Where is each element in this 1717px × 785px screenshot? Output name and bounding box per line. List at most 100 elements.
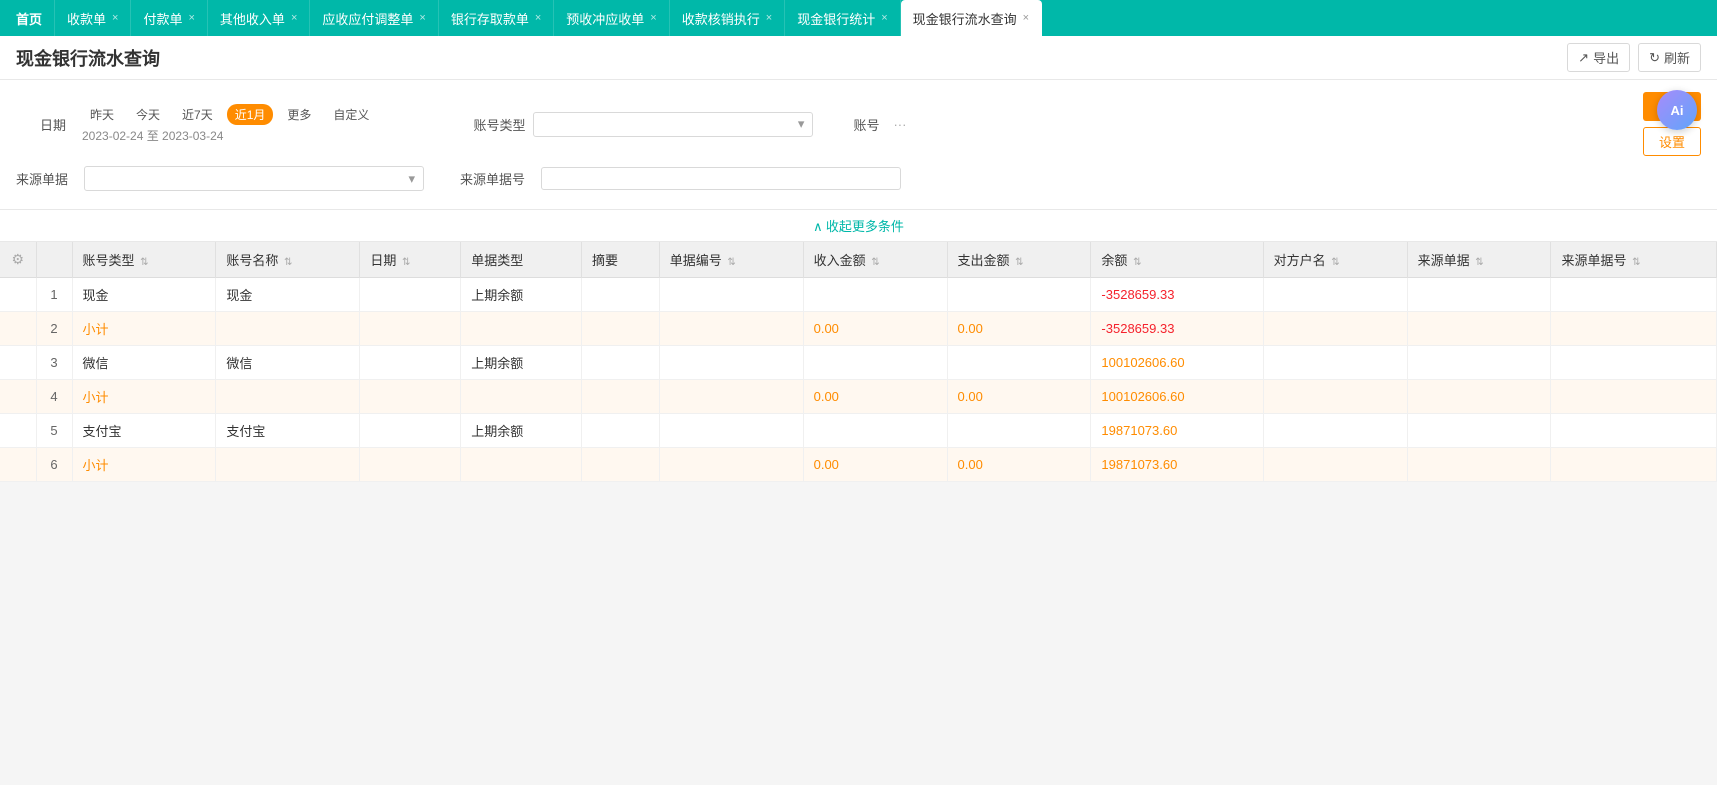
row-settings-cell	[0, 278, 36, 312]
table-header-row: ⚙ 账号类型 ⇅ 账号名称 ⇅ 日期 ⇅ 单据类型	[0, 242, 1717, 278]
row-account-type: 支付宝	[72, 414, 216, 448]
col-date[interactable]: 日期 ⇅	[360, 242, 461, 278]
row-account-type: 小计	[72, 312, 216, 346]
chevron-down-icon: ▾	[798, 116, 805, 132]
col-source-doc[interactable]: 来源单据 ⇅	[1407, 242, 1551, 278]
chevron-down-icon: ▾	[408, 171, 415, 187]
col-doc-no[interactable]: 单据编号 ⇅	[659, 242, 803, 278]
col-account-name[interactable]: 账号名称 ⇅	[216, 242, 360, 278]
row-expense: 0.00	[947, 448, 1091, 482]
col-counterpart[interactable]: 对方户名 ⇅	[1263, 242, 1407, 278]
row-income	[803, 346, 947, 380]
nav-tab-qitatab[interactable]: 其他收入单 ×	[208, 0, 310, 36]
close-icon[interactable]: ×	[650, 12, 656, 24]
table-row: 3 微信 微信 上期余额 100102606.60	[0, 346, 1717, 380]
row-expense: 0.00	[947, 312, 1091, 346]
row-source-doc-no	[1551, 414, 1717, 448]
row-balance: -3528659.33	[1091, 312, 1263, 346]
row-source-doc-no	[1551, 380, 1717, 414]
account-type-label: 账号类型	[473, 115, 525, 134]
close-icon[interactable]: ×	[535, 12, 541, 24]
row-balance: 100102606.60	[1091, 380, 1263, 414]
col-source-doc-no[interactable]: 来源单据号 ⇅	[1551, 242, 1717, 278]
row-index: 4	[36, 380, 72, 414]
col-settings: ⚙	[0, 242, 36, 278]
row-account-name	[216, 448, 360, 482]
nav-tab-yushou[interactable]: 预收冲应收单 ×	[554, 0, 669, 36]
account-type-select[interactable]: ▾	[533, 112, 813, 137]
col-index	[36, 242, 72, 278]
row-account-type: 现金	[72, 278, 216, 312]
sort-icon: ⇅	[1133, 257, 1141, 268]
date-option-1month[interactable]: 近1月	[227, 104, 274, 125]
row-doc-type: 上期余额	[461, 414, 582, 448]
close-icon[interactable]: ×	[291, 12, 297, 24]
row-doc-type	[461, 380, 582, 414]
row-settings-cell	[0, 380, 36, 414]
sort-icon: ⇅	[140, 257, 148, 268]
col-account-type[interactable]: 账号类型 ⇅	[72, 242, 216, 278]
date-option-today[interactable]: 今天	[128, 104, 168, 125]
row-account-name: 现金	[216, 278, 360, 312]
row-date	[360, 278, 461, 312]
row-source-doc	[1407, 448, 1551, 482]
account-more-icon[interactable]: ···	[887, 115, 912, 134]
nav-tab-liushui[interactable]: 现金银行流水查询 ×	[901, 0, 1042, 36]
table-row: 2 小计 0.00 0.00 -3528659.33	[0, 312, 1717, 346]
close-icon[interactable]: ×	[112, 12, 118, 24]
nav-tab-shoukuanhexiao[interactable]: 收款核销执行 ×	[670, 0, 785, 36]
row-doc-type	[461, 312, 582, 346]
filter-row-date: 日期 昨天 今天 近7天 近1月 更多 自定义 2023-02-24 至 202…	[16, 92, 1701, 156]
close-icon[interactable]: ×	[766, 12, 772, 24]
row-summary	[581, 346, 659, 380]
date-option-yesterday[interactable]: 昨天	[82, 104, 122, 125]
row-source-doc	[1407, 414, 1551, 448]
nav-tab-yingshou[interactable]: 应收应付调整单 ×	[310, 0, 438, 36]
col-doc-type: 单据类型	[461, 242, 582, 278]
nav-tab-xianjintongji[interactable]: 现金银行统计 ×	[785, 0, 900, 36]
close-icon[interactable]: ×	[1023, 12, 1029, 24]
close-icon[interactable]: ×	[188, 12, 194, 24]
row-doc-no	[659, 346, 803, 380]
page-header: 现金银行流水查询 ↗ 导出 ↻ 刷新	[0, 36, 1717, 80]
row-source-doc	[1407, 346, 1551, 380]
source-doc-num-input[interactable]	[541, 167, 901, 190]
row-balance: -3528659.33	[1091, 278, 1263, 312]
row-date	[360, 312, 461, 346]
nav-tab-shoukuandan[interactable]: 收款单 ×	[55, 0, 131, 36]
settings-button[interactable]: 设置	[1643, 127, 1701, 156]
sort-icon: ⇅	[284, 257, 292, 268]
row-doc-type	[461, 448, 582, 482]
refresh-button[interactable]: ↻ 刷新	[1638, 43, 1701, 72]
col-expense[interactable]: 支出金额 ⇅	[947, 242, 1091, 278]
row-expense	[947, 414, 1091, 448]
nav-tab-fukuandan[interactable]: 付款单 ×	[131, 0, 207, 36]
header-actions: ↗ 导出 ↻ 刷新	[1567, 43, 1701, 72]
row-counterpart	[1263, 448, 1407, 482]
col-balance[interactable]: 余额 ⇅	[1091, 242, 1263, 278]
export-button[interactable]: ↗ 导出	[1567, 43, 1630, 72]
row-counterpart	[1263, 346, 1407, 380]
page-title: 现金银行流水查询	[16, 45, 160, 71]
nav-tab-yinhang[interactable]: 银行存取款单 ×	[439, 0, 554, 36]
export-icon: ↗	[1578, 50, 1589, 66]
gear-icon[interactable]: ⚙	[11, 251, 24, 267]
collapse-bar[interactable]: ∧ 收起更多条件	[0, 210, 1717, 242]
date-option-7days[interactable]: 近7天	[174, 104, 221, 125]
close-icon[interactable]: ×	[881, 12, 887, 24]
row-doc-type: 上期余额	[461, 346, 582, 380]
row-counterpart	[1263, 312, 1407, 346]
row-source-doc	[1407, 278, 1551, 312]
date-option-more[interactable]: 更多	[279, 104, 319, 125]
col-income[interactable]: 收入金额 ⇅	[803, 242, 947, 278]
ai-avatar[interactable]: Ai	[1657, 90, 1697, 130]
close-icon[interactable]: ×	[419, 12, 425, 24]
table-container: ⚙ 账号类型 ⇅ 账号名称 ⇅ 日期 ⇅ 单据类型	[0, 242, 1717, 482]
row-index: 3	[36, 346, 72, 380]
date-option-custom[interactable]: 自定义	[325, 104, 377, 125]
row-account-name	[216, 380, 360, 414]
source-doc-select[interactable]: ▾	[84, 166, 424, 191]
row-account-type: 小计	[72, 380, 216, 414]
row-date	[360, 448, 461, 482]
nav-home[interactable]: 首页	[4, 0, 55, 36]
